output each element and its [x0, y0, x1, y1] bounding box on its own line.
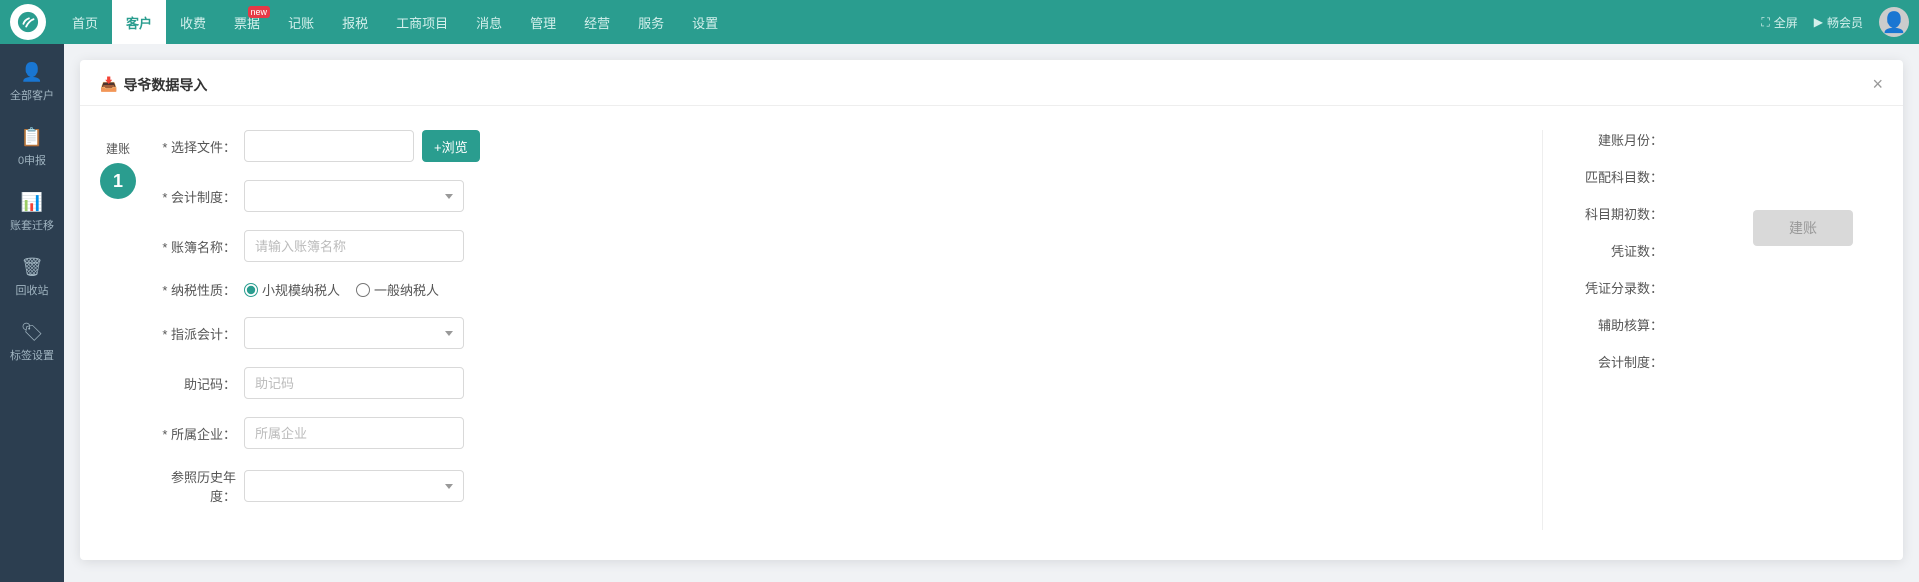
sidebar-item-tag-settings[interactable]: 🏷 标签设置 — [0, 312, 64, 373]
form-fields: * 选择文件： +浏览 * 会计制度： — [156, 130, 1522, 505]
nav-business[interactable]: 工商项目 — [382, 0, 462, 44]
step-indicator: 建账 1 — [100, 130, 136, 199]
account-month-label: 建账月份： — [1563, 130, 1663, 149]
dialog-header: 📥 导爷数据导入 × — [80, 60, 1903, 106]
step-circle: 1 — [100, 163, 136, 199]
sidebar-item-declaration[interactable]: 📋 0申报 — [0, 117, 64, 178]
tax-type-radio-group: 小规模纳税人 一般纳税人 — [244, 280, 439, 299]
member-btn[interactable]: ▶ 畅会员 — [1814, 14, 1863, 31]
import-icon: 📥 — [100, 76, 117, 93]
history-year-select[interactable] — [244, 470, 464, 502]
top-nav: 首页 客户 收费 票据 new 记账 报税 工商项目 消息 管理 经营 服务 设… — [0, 0, 1919, 44]
voucher-entry-label: 凭证分录数： — [1563, 278, 1663, 297]
voucher-entry-row: 凭证分录数： — [1563, 278, 1883, 297]
dialog-title: 📥 导爷数据导入 — [100, 75, 207, 95]
nav-settings[interactable]: 设置 — [678, 0, 732, 44]
nav-service[interactable]: 服务 — [624, 0, 678, 44]
sidebar-item-account-move[interactable]: 📊 账套迁移 — [0, 182, 64, 243]
app-logo[interactable] — [10, 4, 46, 40]
step-label: 建账 — [106, 140, 130, 157]
accounting-system-select[interactable] — [244, 180, 464, 212]
auxiliary-row: 辅助核算： — [1563, 315, 1883, 334]
accountant-row: * 指派会计： — [156, 317, 1522, 349]
accounting-system-row: * 会计制度： — [156, 180, 1522, 212]
fullscreen-icon: ⛶ — [1761, 15, 1769, 30]
memo-label: 助记码： — [156, 374, 236, 393]
accounting-system-label: * 会计制度： — [156, 187, 236, 206]
tax-type-label: * 纳税性质： — [156, 280, 236, 299]
sidebar-item-recycle[interactable]: 🗑 回收站 — [0, 247, 64, 308]
accountant-select[interactable] — [244, 317, 464, 349]
auxiliary-label: 辅助核算： — [1563, 315, 1663, 334]
accountant-label: * 指派会计： — [156, 324, 236, 343]
nav-items: 首页 客户 收费 票据 new 记账 报税 工商项目 消息 管理 经营 服务 设… — [58, 0, 1761, 44]
tag-settings-icon: 🏷 — [21, 322, 44, 343]
nav-message[interactable]: 消息 — [462, 0, 516, 44]
nav-fee[interactable]: 收费 — [166, 0, 220, 44]
nav-bookkeeping[interactable]: 记账 — [274, 0, 328, 44]
accounting-system-info-row: 会计制度： — [1563, 352, 1883, 371]
close-button[interactable]: × — [1872, 74, 1883, 95]
new-badge: new — [248, 6, 271, 18]
ledger-name-input[interactable] — [244, 230, 464, 262]
file-row: * 选择文件： +浏览 — [156, 130, 1522, 162]
history-year-label: 参照历史年度： — [156, 467, 236, 505]
nav-manage[interactable]: 管理 — [516, 0, 570, 44]
main-layout: 👤 全部客户 📋 0申报 📊 账套迁移 🗑 回收站 🏷 标签设置 📥 导 — [0, 44, 1919, 582]
declaration-icon: 📋 — [21, 127, 43, 148]
content-area: 📥 导爷数据导入 × 建账 1 — [64, 44, 1919, 582]
section-divider — [1542, 130, 1543, 530]
accounting-system-info-label: 会计制度： — [1563, 352, 1663, 371]
nav-invoice[interactable]: 票据 new — [220, 0, 274, 44]
account-move-icon: 📊 — [21, 192, 43, 213]
browse-button[interactable]: +浏览 — [422, 130, 480, 162]
nav-tax[interactable]: 报税 — [328, 0, 382, 44]
sidebar-item-all-client[interactable]: 👤 全部客户 — [0, 52, 64, 113]
voucher-count-label: 凭证数： — [1563, 241, 1663, 260]
form-section: 建账 1 * 选择文件： +浏览 — [100, 130, 1522, 530]
nav-right: ⛶ 全屏 ▶ 畅会员 👤 — [1761, 7, 1909, 37]
sidebar: 👤 全部客户 📋 0申报 📊 账套迁移 🗑 回收站 🏷 标签设置 — [0, 44, 64, 582]
memo-row: 助记码： — [156, 367, 1522, 399]
recycle-icon: 🗑 — [21, 257, 44, 278]
history-year-row: 参照历史年度： — [156, 467, 1522, 505]
play-icon: ▶ — [1814, 15, 1823, 29]
account-month-row: 建账月份： — [1563, 130, 1883, 149]
file-input[interactable] — [244, 130, 414, 162]
file-label: * 选择文件： — [156, 137, 236, 156]
dialog-card: 📥 导爷数据导入 × 建账 1 — [80, 60, 1903, 560]
general-taxpayer-radio[interactable] — [356, 283, 370, 297]
memo-input[interactable] — [244, 367, 464, 399]
nav-client[interactable]: 客户 — [112, 0, 166, 44]
general-taxpayer-option[interactable]: 一般纳税人 — [356, 280, 439, 299]
match-subject-label: 匹配科目数： — [1563, 167, 1663, 186]
small-taxpayer-radio[interactable] — [244, 283, 258, 297]
match-subject-row: 匹配科目数： — [1563, 167, 1883, 186]
company-row: * 所属企业： — [156, 417, 1522, 449]
all-client-icon: 👤 — [21, 62, 43, 83]
create-account-button[interactable]: 建账 — [1753, 210, 1853, 246]
ledger-name-label: * 账簿名称： — [156, 237, 236, 256]
info-section: 建账月份： 匹配科目数： 科目期初数： 建账 凭证数： — [1563, 130, 1883, 530]
nav-home[interactable]: 首页 — [58, 0, 112, 44]
subject-initial-label: 科目期初数： — [1563, 204, 1663, 223]
nav-operation[interactable]: 经营 — [570, 0, 624, 44]
company-input[interactable] — [244, 417, 464, 449]
user-avatar[interactable]: 👤 — [1879, 7, 1909, 37]
ledger-name-row: * 账簿名称： — [156, 230, 1522, 262]
company-label: * 所属企业： — [156, 424, 236, 443]
fullscreen-btn[interactable]: ⛶ 全屏 — [1761, 14, 1797, 31]
dialog-body: 建账 1 * 选择文件： +浏览 — [80, 106, 1903, 554]
small-taxpayer-option[interactable]: 小规模纳税人 — [244, 280, 340, 299]
tax-type-row: * 纳税性质： 小规模纳税人 一般纳税人 — [156, 280, 1522, 299]
